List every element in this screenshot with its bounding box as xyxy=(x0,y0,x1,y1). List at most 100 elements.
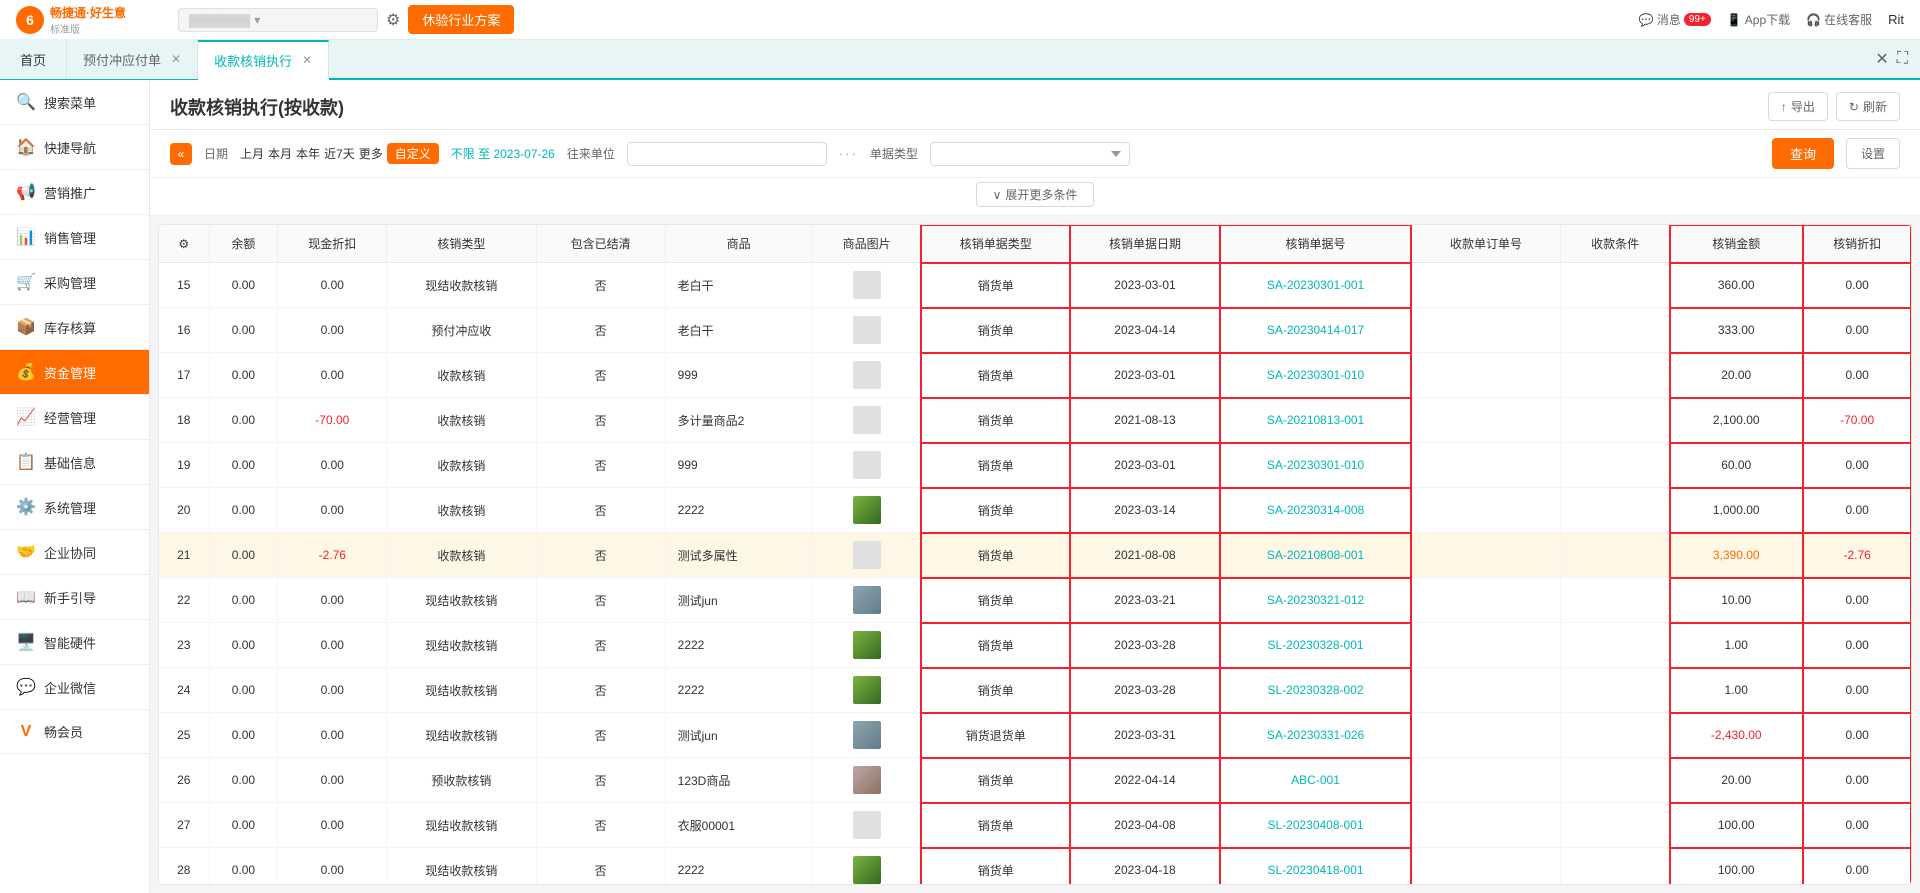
sidebar-item-marketing[interactable]: 📢 营销推广 xyxy=(0,170,149,215)
filter-dots: ··· xyxy=(839,146,858,161)
app-logo: 6 畅捷通·好生意 标准版 xyxy=(16,4,166,36)
tab-close-all-button[interactable]: ✕ xyxy=(1875,49,1888,69)
sidebar-item-purchase[interactable]: 🛒 采购管理 xyxy=(0,260,149,305)
table-row: 19 0.00 0.00 收款核销 否 999 销货单 2023-03-01 S… xyxy=(159,443,1911,488)
expand-more-button[interactable]: ∨ 展开更多条件 xyxy=(976,182,1095,207)
sidebar-item-corp[interactable]: 🤝 企业协同 xyxy=(0,530,149,575)
tab-verify[interactable]: 收款核销执行 ✕ xyxy=(198,40,329,80)
th-balance: 余额 xyxy=(209,225,278,263)
sidebar-item-guide[interactable]: 📖 新手引导 xyxy=(0,575,149,620)
cell-verify-no[interactable]: SL-20230328-002 xyxy=(1220,668,1412,713)
filter-collapse-button[interactable]: « xyxy=(170,143,192,165)
cell-verify-amount: 100.00 xyxy=(1670,803,1803,848)
cell-verify-no[interactable]: SA-20230331-026 xyxy=(1220,713,1412,758)
sidebar-item-wechat[interactable]: 💬 企业微信 xyxy=(0,665,149,710)
cell-verify-no[interactable]: SA-20230321-012 xyxy=(1220,578,1412,623)
cell-verify-no[interactable]: ABC-001 xyxy=(1220,758,1412,803)
cell-verify-no[interactable]: SA-20230301-001 xyxy=(1220,263,1412,308)
date-this-month[interactable]: 本月 xyxy=(268,145,292,162)
cell-verify-no[interactable]: SA-20230414-017 xyxy=(1220,308,1412,353)
cell-receipt-condition xyxy=(1561,308,1670,353)
table-area[interactable]: ⚙ 余额 现金折扣 核销类型 包含已结清 商品 商品图片 核销单据类型 核销单据… xyxy=(158,224,1912,885)
date-last-month[interactable]: 上月 xyxy=(240,145,264,162)
cell-cash-discount: 0.00 xyxy=(278,713,387,758)
cell-receipt-condition xyxy=(1561,488,1670,533)
tab-expand-button[interactable]: ⛶ xyxy=(1897,50,1908,68)
top-bar-center: ▓▓▓▓▓▓▓ ▾ ⚙ 休验行业方案 xyxy=(178,5,1627,34)
sidebar-item-finance[interactable]: 💰 资金管理 xyxy=(0,350,149,395)
cell-verify-no[interactable]: SA-20210813-001 xyxy=(1220,398,1412,443)
cell-include-settled: 否 xyxy=(536,308,665,353)
export-icon: ↑ xyxy=(1781,100,1787,114)
cell-balance: 0.00 xyxy=(209,263,278,308)
cell-cash-discount: -2.76 xyxy=(278,533,387,578)
cell-receipt-condition xyxy=(1561,803,1670,848)
cell-goods-img xyxy=(812,803,921,848)
sidebar-item-basic[interactable]: 📋 基础信息 xyxy=(0,440,149,485)
app-download[interactable]: 📱 App下载 xyxy=(1727,11,1790,28)
cell-verify-type: 现结收款核销 xyxy=(387,578,536,623)
tab-home[interactable]: 首页 xyxy=(0,39,67,79)
cell-goods-img xyxy=(812,758,921,803)
tab-prepay-close[interactable]: ✕ xyxy=(171,52,181,66)
tab-prepay[interactable]: 预付冲应付单 ✕ xyxy=(67,39,198,79)
cell-cash-discount: 0.00 xyxy=(278,623,387,668)
sidebar-item-hardware[interactable]: 🖥️ 智能硬件 xyxy=(0,620,149,665)
cell-goods: 老白干 xyxy=(665,308,812,353)
sidebar-item-system[interactable]: ⚙️ 系统管理 xyxy=(0,485,149,530)
sidebar-item-sales[interactable]: 📊 销售管理 xyxy=(0,215,149,260)
date-range-display: 不限 至 2023-07-26 xyxy=(451,145,555,162)
sidebar-item-member[interactable]: V 畅会员 xyxy=(0,710,149,754)
cell-receipt-condition xyxy=(1561,623,1670,668)
cell-verify-no[interactable]: SA-20210808-001 xyxy=(1220,533,1412,578)
cell-verify-no[interactable]: SA-20230301-010 xyxy=(1220,353,1412,398)
cell-verify-amount: 10.00 xyxy=(1670,578,1803,623)
online-service[interactable]: 🎧 在线客服 xyxy=(1806,11,1872,28)
th-goods: 商品 xyxy=(665,225,812,263)
cell-cash-discount: 0.00 xyxy=(278,488,387,533)
tab-verify-label: 收款核销执行 xyxy=(214,51,292,70)
counterpart-input[interactable] xyxy=(627,142,827,166)
cell-include-settled: 否 xyxy=(536,263,665,308)
cell-receipt-condition xyxy=(1561,713,1670,758)
th-setting[interactable]: ⚙ xyxy=(159,225,209,263)
sidebar-item-search[interactable]: 🔍 搜索菜单 xyxy=(0,80,149,125)
refresh-button[interactable]: ↻ 刷新 xyxy=(1836,92,1900,121)
sidebar-item-operation[interactable]: 📈 经营管理 xyxy=(0,395,149,440)
user-name[interactable]: Rit xyxy=(1888,12,1904,27)
date-filter-group: 上月 本月 本年 近7天 更多 自定义 xyxy=(240,143,439,164)
export-button[interactable]: ↑ 导出 xyxy=(1768,92,1828,121)
cell-verify-voucher-type: 销货单 xyxy=(921,353,1070,398)
cell-balance: 0.00 xyxy=(209,533,278,578)
sidebar-item-quicknav[interactable]: 🏠 快捷导航 xyxy=(0,125,149,170)
cell-verify-no[interactable]: SL-20230328-001 xyxy=(1220,623,1412,668)
date-this-year[interactable]: 本年 xyxy=(296,145,320,162)
industry-solution-button[interactable]: 休验行业方案 xyxy=(408,5,514,34)
cell-verify-type: 现结收款核销 xyxy=(387,848,536,886)
cell-verify-no[interactable]: SL-20230408-001 xyxy=(1220,803,1412,848)
cell-num: 20 xyxy=(159,488,209,533)
cell-verify-discount: 0.00 xyxy=(1803,758,1911,803)
cell-include-settled: 否 xyxy=(536,623,665,668)
sidebar-item-inventory[interactable]: 📦 库存核算 xyxy=(0,305,149,350)
tab-verify-close[interactable]: ✕ xyxy=(302,53,312,67)
cell-verify-discount: 0.00 xyxy=(1803,713,1911,758)
setting-button[interactable]: 设置 xyxy=(1846,138,1900,169)
date-7days[interactable]: 近7天 xyxy=(324,145,355,162)
date-custom-button[interactable]: 自定义 xyxy=(387,143,439,164)
cell-verify-no[interactable]: SA-20230314-008 xyxy=(1220,488,1412,533)
cell-goods-img xyxy=(812,578,921,623)
cell-verify-no[interactable]: SL-20230418-001 xyxy=(1220,848,1412,886)
voucher-type-label: 单据类型 xyxy=(870,145,918,162)
cell-verify-no[interactable]: SA-20230301-010 xyxy=(1220,443,1412,488)
settings-gear-button[interactable]: ⚙ xyxy=(386,10,400,30)
date-more[interactable]: 更多 xyxy=(359,145,383,162)
cell-goods: 老白干 xyxy=(665,263,812,308)
cell-cash-discount: 0.00 xyxy=(278,578,387,623)
voucher-type-select[interactable] xyxy=(930,142,1130,166)
cell-verify-type: 现结收款核销 xyxy=(387,713,536,758)
th-verify-voucher-type: 核销单据类型 xyxy=(921,225,1070,263)
query-button[interactable]: 查询 xyxy=(1772,138,1834,169)
sidebar-item-purchase-label: 采购管理 xyxy=(44,273,96,292)
message-area[interactable]: 💬 消息 99+ xyxy=(1639,11,1711,28)
